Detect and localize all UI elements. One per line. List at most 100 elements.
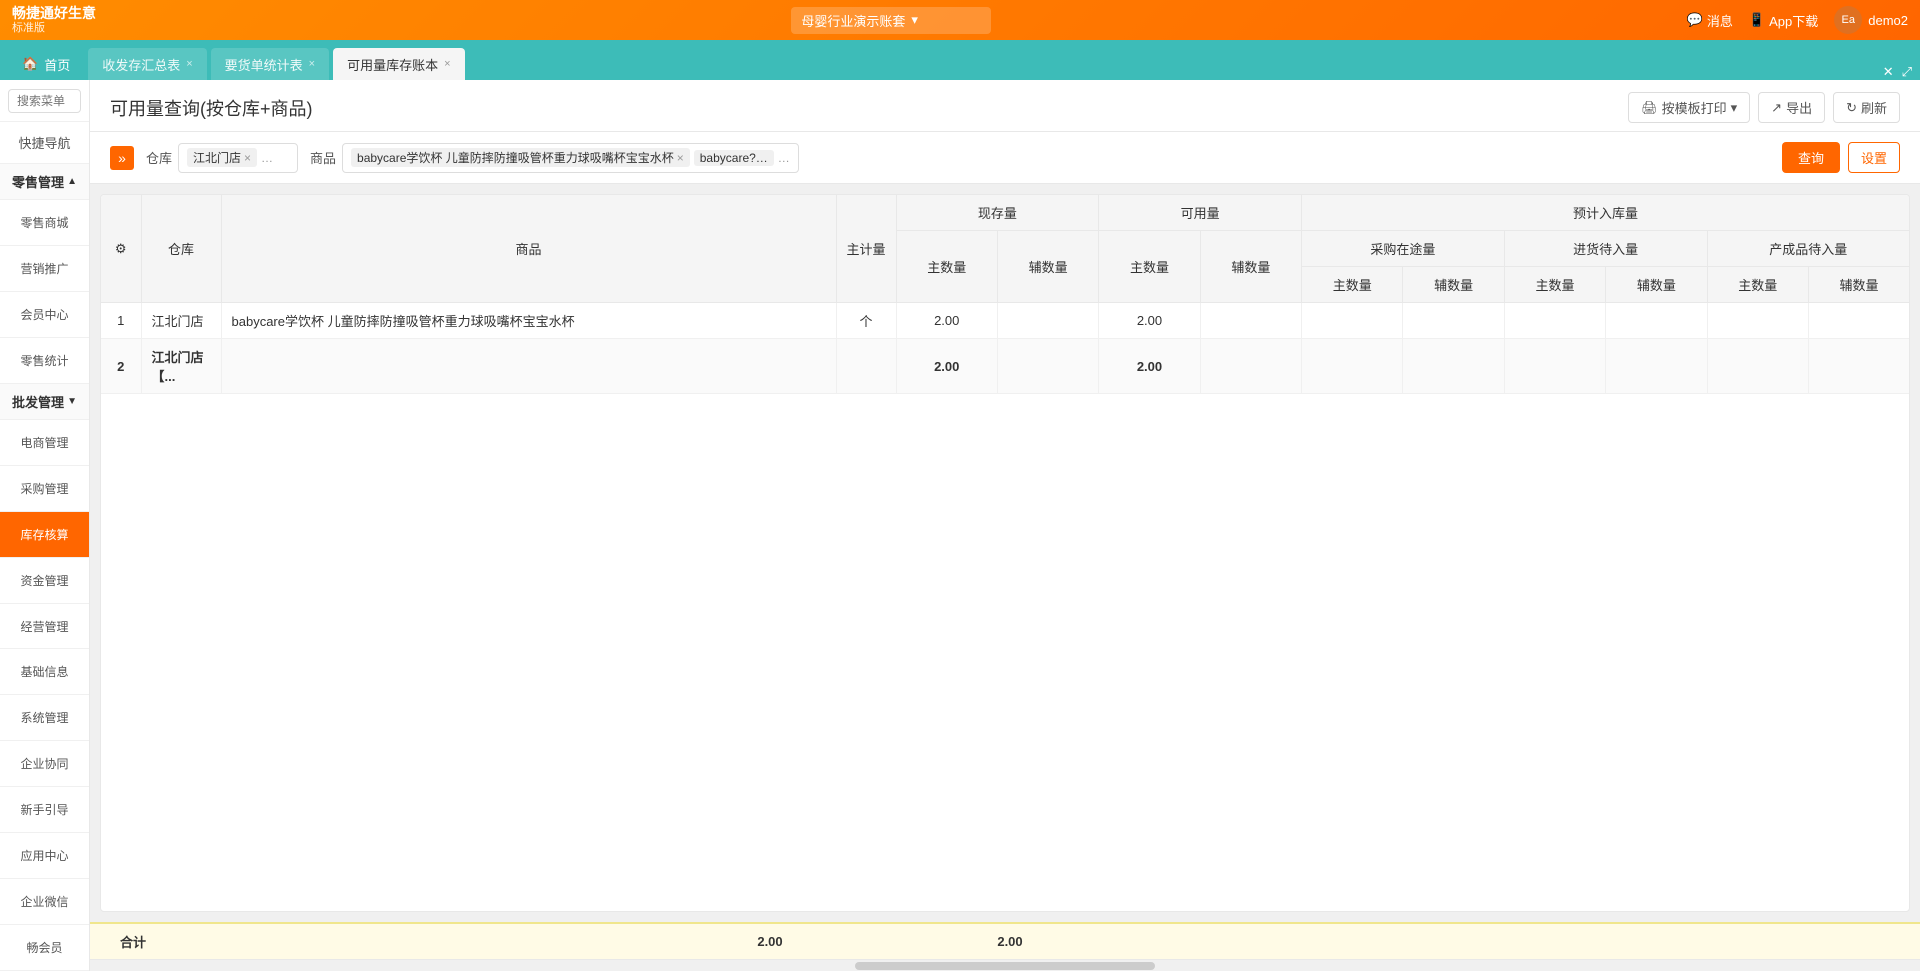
tab-inventory-close[interactable]: × <box>444 58 450 70</box>
print-btn[interactable]: 🖨 按模板打印 ▾ <box>1628 92 1750 123</box>
sidebar-section-wholesale[interactable]: 批发管理 ▼ <box>0 384 89 420</box>
maximize-icon[interactable]: ⤢ <box>1902 64 1912 80</box>
sidebar-item-purchase[interactable]: 采购管理 <box>0 466 89 512</box>
tab-order[interactable]: 要货单统计表 × <box>211 48 329 80</box>
query-btn[interactable]: 查询 <box>1782 142 1840 173</box>
sidebar-section-retail[interactable]: 零售管理 ▲ <box>0 164 89 200</box>
refresh-icon: ↻ <box>1846 100 1857 116</box>
sidebar-item-operation[interactable]: 经营管理 <box>0 604 89 650</box>
warehouse-tag-remove[interactable]: × <box>244 151 251 165</box>
product-tag1-remove[interactable]: × <box>677 151 684 165</box>
sidebar-item-marketing[interactable]: 营销推广 <box>0 246 89 292</box>
th-current-stock: 现存量 <box>896 195 1099 231</box>
chevron-down-icon: ▾ <box>911 12 918 28</box>
tab-collect[interactable]: 收发存汇总表 × <box>88 48 206 80</box>
close-all-icon[interactable]: ✕ <box>1883 64 1894 80</box>
th-ip-main: 主数量 <box>1504 267 1605 303</box>
th-current-aux: 辅数量 <box>997 231 1098 303</box>
table-footer: 合计 2.00 2.00 <box>90 922 1920 959</box>
cell-pt-aux-1 <box>1403 303 1504 339</box>
product-more[interactable]: … <box>778 151 790 165</box>
logo-area: 畅捷通好生意 标准版 <box>12 5 96 35</box>
cell-pt-main-2 <box>1302 339 1403 394</box>
cell-ip-aux-1 <box>1606 303 1707 339</box>
data-table: ⚙ 仓库 商品 主计量 现存量 可用量 预计入库量 主数量 辅数量 主数量 辅数… <box>101 195 1909 394</box>
cell-avail-aux-1 <box>1200 303 1301 339</box>
footer-current-main: 2.00 <box>710 934 830 949</box>
user-area[interactable]: Ea demo2 <box>1834 6 1908 34</box>
export-btn[interactable]: ↗ 导出 <box>1758 92 1825 123</box>
industry-selector[interactable]: 母婴行业演示账套 ▾ <box>791 7 991 34</box>
table-container[interactable]: ⚙ 仓库 商品 主计量 现存量 可用量 预计入库量 主数量 辅数量 主数量 辅数… <box>100 194 1910 912</box>
tab-inventory[interactable]: 可用量库存账本 × <box>333 48 464 80</box>
cell-warehouse-1: 江北门店 <box>141 303 221 339</box>
filter-bar: » 仓库 江北门店 × … 商品 babycare学饮杯 儿童防摔防撞吸管杯重力… <box>90 132 1920 184</box>
top-bar-right: 💬 消息 📱 App下载 Ea demo2 <box>1687 6 1908 34</box>
th-unit: 主计量 <box>836 195 896 303</box>
page-header: 可用量查询(按仓库+商品) 🖨 按模板打印 ▾ ↗ 导出 ↻ 刷新 <box>90 80 1920 132</box>
sidebar-item-enterprise[interactable]: 企业协同 <box>0 741 89 787</box>
tab-home[interactable]: 🏠 首页 <box>8 48 84 80</box>
cell-unit-2 <box>836 339 896 394</box>
sidebar-item-ecommerce[interactable]: 电商管理 <box>0 420 89 466</box>
table-row-subtotal: 2 江北门店【... 2.00 2.00 <box>101 339 1909 394</box>
cell-avail-main-2: 2.00 <box>1099 339 1200 394</box>
product-tag-1: babycare学饮杯 儿童防摔防撞吸管杯重力球吸嘴杯宝宝水杯 × <box>351 148 690 167</box>
cell-product-1: babycare学饮杯 儿童防摔防撞吸管杯重力球吸嘴杯宝宝水杯 <box>221 303 836 339</box>
cell-pp-main-1 <box>1707 303 1808 339</box>
cell-seq-2: 2 <box>101 339 141 394</box>
sidebar-item-system[interactable]: 系统管理 <box>0 695 89 741</box>
cell-product-2 <box>221 339 836 394</box>
app-download-btn[interactable]: 📱 App下载 <box>1749 11 1818 30</box>
th-inbound-pending: 进货待入量 <box>1504 231 1707 267</box>
print-icon: 🖨 <box>1641 100 1658 116</box>
sidebar-nav-btn[interactable]: 快捷导航 <box>0 122 89 164</box>
cell-current-aux-1 <box>997 303 1098 339</box>
warehouse-input[interactable]: 江北门店 × … <box>178 143 298 173</box>
logo-text: 畅捷通好生意 <box>12 5 96 22</box>
chevron-down-icon-wholesale: ▼ <box>67 396 77 407</box>
tab-order-close[interactable]: × <box>309 58 315 70</box>
warehouse-tag: 江北门店 × <box>187 148 257 167</box>
warehouse-filter: 仓库 江北门店 × … <box>146 143 298 173</box>
warehouse-more[interactable]: … <box>261 151 273 165</box>
logo-sub: 标准版 <box>12 22 96 35</box>
sidebar-item-members[interactable]: 会员中心 <box>0 292 89 338</box>
scrollbar-thumb[interactable] <box>855 962 1155 970</box>
th-available: 可用量 <box>1099 195 1302 231</box>
content-area: 可用量查询(按仓库+商品) 🖨 按模板打印 ▾ ↗ 导出 ↻ 刷新 <box>90 80 1920 971</box>
expand-filter-btn[interactable]: » <box>110 146 134 170</box>
cell-pt-aux-2 <box>1403 339 1504 394</box>
sidebar-item-newbie[interactable]: 新手引导 <box>0 787 89 833</box>
footer-label: 合计 <box>100 932 260 951</box>
refresh-btn[interactable]: ↻ 刷新 <box>1833 92 1900 123</box>
sidebar-item-member[interactable]: 畅会员 <box>0 925 89 971</box>
sidebar-item-wechat[interactable]: 企业微信 <box>0 879 89 925</box>
page-actions: 🖨 按模板打印 ▾ ↗ 导出 ↻ 刷新 <box>1628 92 1900 123</box>
product-label: 商品 <box>310 148 336 167</box>
sidebar-item-retail-stats[interactable]: 零售统计 <box>0 338 89 384</box>
footer-avail-main: 2.00 <box>950 934 1070 949</box>
sidebar-item-retail-mall[interactable]: 零售商城 <box>0 200 89 246</box>
message-btn[interactable]: 💬 消息 <box>1687 11 1733 30</box>
search-input[interactable] <box>8 89 81 113</box>
cell-ip-main-1 <box>1504 303 1605 339</box>
product-input[interactable]: babycare学饮杯 儿童防摔防撞吸管杯重力球吸嘴杯宝宝水杯 × babyca… <box>342 143 799 173</box>
sidebar-item-inventory[interactable]: 库存核算 <box>0 512 89 558</box>
horizontal-scrollbar[interactable] <box>90 959 1920 971</box>
sidebar-item-appstore[interactable]: 应用中心 <box>0 833 89 879</box>
th-avail-main: 主数量 <box>1099 231 1200 303</box>
th-settings-icon[interactable]: ⚙ <box>101 195 141 303</box>
sidebar-item-finance[interactable]: 资金管理 <box>0 558 89 604</box>
main-layout: 快捷导航 零售管理 ▲ 零售商城 营销推广 会员中心 零售统计 批发管理 ▼ 电… <box>0 80 1920 971</box>
th-pp-main: 主数量 <box>1707 267 1808 303</box>
cell-pp-aux-1 <box>1808 303 1909 339</box>
th-pt-aux: 辅数量 <box>1403 267 1504 303</box>
th-product: 商品 <box>221 195 836 303</box>
product-filter: 商品 babycare学饮杯 儿童防摔防撞吸管杯重力球吸嘴杯宝宝水杯 × bab… <box>310 143 799 173</box>
tab-collect-close[interactable]: × <box>186 58 192 70</box>
settings-btn[interactable]: 设置 <box>1848 142 1900 173</box>
avatar: Ea <box>1834 6 1862 34</box>
cell-pp-main-2 <box>1707 339 1808 394</box>
sidebar-item-basic[interactable]: 基础信息 <box>0 649 89 695</box>
